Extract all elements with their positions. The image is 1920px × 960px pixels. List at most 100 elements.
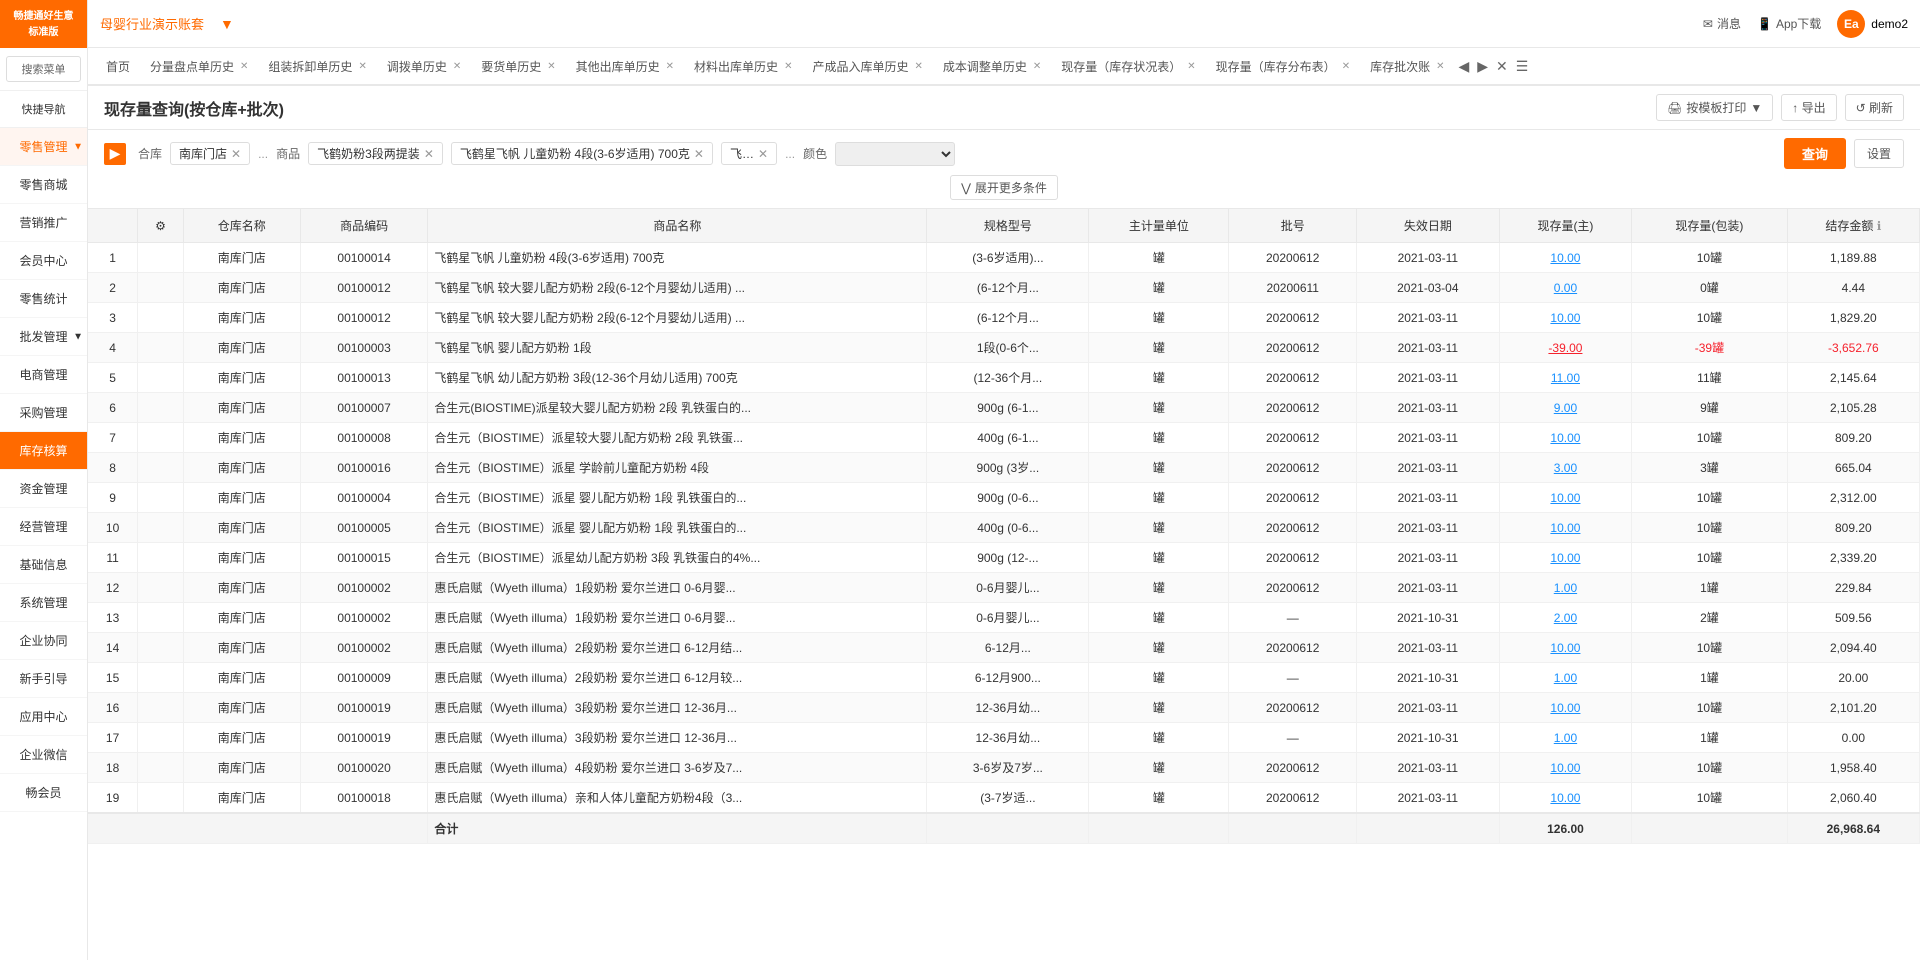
cell-qty-main[interactable]: 10.00 (1499, 483, 1631, 513)
user-area[interactable]: Ea demo2 (1837, 10, 1908, 38)
tab-material-out[interactable]: 材料出库单历史 ✕ (684, 48, 802, 86)
tab-stock-dist[interactable]: 现存量（库存分布表） ✕ (1206, 48, 1360, 86)
cell-expire: 2021-03-11 (1356, 753, 1499, 783)
export-button[interactable]: ↑ 导出 (1781, 94, 1836, 121)
sidebar-item-system[interactable]: 系统管理 (0, 584, 87, 622)
cell-qty-main[interactable]: 1.00 (1499, 723, 1631, 753)
sidebar: 畅捷通好生意 标准版 搜索菜单 快捷导航 零售管理 ▼ 零售商城 营销推广 会员… (0, 0, 88, 960)
search-menu-section: 搜索菜单 (0, 48, 87, 91)
sidebar-item-marketing[interactable]: 营销推广 (0, 204, 87, 242)
color-select[interactable] (835, 142, 955, 166)
tab-other-out[interactable]: 其他出库单历史 ✕ (566, 48, 684, 86)
cell-qty-main[interactable]: 1.00 (1499, 663, 1631, 693)
sidebar-item-purchase[interactable]: 采购管理 (0, 394, 87, 432)
product-tag-3-close[interactable]: ✕ (758, 147, 768, 161)
sidebar-item-wechat[interactable]: 企业微信 (0, 736, 87, 774)
cell-num: 6 (88, 393, 138, 423)
cell-qty-main[interactable]: 10.00 (1499, 513, 1631, 543)
cell-qty-main[interactable]: 9.00 (1499, 393, 1631, 423)
message-button[interactable]: ✉ 消息 (1703, 15, 1741, 32)
tab-close-icon[interactable]: ✕ (1342, 61, 1350, 72)
logo-text-line2: 标准版 (29, 23, 59, 38)
tab-close-icon[interactable]: ✕ (1436, 61, 1444, 72)
sidebar-item-operation[interactable]: 经营管理 (0, 508, 87, 546)
product-tag-1-close[interactable]: ✕ (424, 147, 434, 161)
cell-num: 10 (88, 513, 138, 543)
sidebar-item-retail-shop[interactable]: 零售商城 (0, 166, 87, 204)
tab-close-icon[interactable]: ✕ (547, 61, 555, 72)
sidebar-item-vip[interactable]: 畅会员 (0, 774, 87, 812)
expand-more-button[interactable]: ⋁ 展开更多条件 (950, 175, 1058, 200)
tab-split-stock[interactable]: 分量盘点单历史 ✕ (140, 48, 258, 86)
quick-nav-button[interactable]: 快捷导航 (6, 97, 81, 121)
cell-qty-main[interactable]: 10.00 (1499, 243, 1631, 273)
tab-close-icon[interactable]: ✕ (358, 61, 366, 72)
sidebar-item-retail[interactable]: 零售管理 ▼ (0, 128, 87, 166)
sidebar-item-finance[interactable]: 资金管理 (0, 470, 87, 508)
query-button[interactable]: 查询 (1784, 138, 1846, 169)
tab-close-icon[interactable]: ✕ (453, 61, 461, 72)
tab-requisition[interactable]: 要货单历史 ✕ (471, 48, 565, 86)
warehouse-tag-close[interactable]: ✕ (231, 147, 241, 161)
cell-unit: 罐 (1089, 513, 1229, 543)
sidebar-item-ecommerce[interactable]: 电商管理 (0, 356, 87, 394)
cell-qty-main[interactable]: 10.00 (1499, 543, 1631, 573)
tab-close-icon[interactable]: ✕ (1033, 61, 1041, 72)
dropdown-icon[interactable]: ▼ (220, 16, 234, 32)
sidebar-item-inventory[interactable]: 库存核算 (0, 432, 87, 470)
print-dropdown-icon[interactable]: ▼ (1750, 101, 1762, 115)
tab-product-in[interactable]: 产成品入库单历史 ✕ (802, 48, 932, 86)
product-tag-2-close[interactable]: ✕ (694, 147, 704, 161)
sidebar-item-label: 资金管理 (19, 482, 67, 496)
sidebar-item-newbie[interactable]: 新手引导 (0, 660, 87, 698)
sidebar-item-appstore[interactable]: 应用中心 (0, 698, 87, 736)
cell-qty-main[interactable]: 10.00 (1499, 303, 1631, 333)
print-button[interactable]: 🖨 按模板打印 ▼ (1656, 94, 1773, 121)
cell-qty-main[interactable]: 10.00 (1499, 753, 1631, 783)
settings-button[interactable]: 设置 (1854, 139, 1904, 168)
cell-qty-main[interactable]: 10.00 (1499, 633, 1631, 663)
print-label: 按模板打印 (1686, 99, 1746, 116)
filter-expand-button[interactable]: ▶ (104, 143, 126, 165)
tab-close-all-button[interactable]: ✕ (1492, 58, 1512, 75)
warehouse-more-dots[interactable]: ... (258, 147, 268, 161)
sidebar-item-retail-stat[interactable]: 零售统计 (0, 280, 87, 318)
th-setting[interactable]: ⚙ (138, 209, 184, 243)
tab-close-icon[interactable]: ✕ (666, 61, 674, 72)
cell-qty-main[interactable]: 3.00 (1499, 453, 1631, 483)
tab-stock-status[interactable]: 现存量（库存状况表） ✕ (1051, 48, 1205, 86)
cell-qty-main[interactable]: 0.00 (1499, 273, 1631, 303)
table-footer-row: 合计 126.00 26,968.64 (88, 813, 1920, 844)
cell-qty-main[interactable]: 10.00 (1499, 693, 1631, 723)
tab-home-label: 首页 (106, 58, 130, 75)
tab-next-button[interactable]: ▶ (1473, 58, 1492, 75)
tab-batch-account[interactable]: 库存批次账 ✕ (1360, 48, 1454, 86)
tab-cost-adjust[interactable]: 成本调整单历史 ✕ (933, 48, 1051, 86)
search-menu-button[interactable]: 搜索菜单 (6, 56, 81, 82)
tab-disassemble[interactable]: 组装拆卸单历史 ✕ (258, 48, 376, 86)
refresh-button[interactable]: ↺ 刷新 (1845, 94, 1904, 121)
tab-prev-button[interactable]: ◀ (1454, 58, 1473, 75)
tab-home[interactable]: 首页 (96, 48, 140, 86)
cell-batch: 20200612 (1229, 693, 1356, 723)
tab-close-icon[interactable]: ✕ (784, 61, 792, 72)
sidebar-item-member[interactable]: 会员中心 (0, 242, 87, 280)
sidebar-item-basic[interactable]: 基础信息 (0, 546, 87, 584)
cell-qty-main[interactable]: 1.00 (1499, 573, 1631, 603)
tab-picking[interactable]: 调拨单历史 ✕ (377, 48, 471, 86)
sidebar-item-label: 基础信息 (19, 558, 67, 572)
cell-qty-main[interactable]: -39.00 (1499, 333, 1631, 363)
cell-qty-main[interactable]: 10.00 (1499, 423, 1631, 453)
tab-close-icon[interactable]: ✕ (914, 61, 922, 72)
cell-qty-main[interactable]: 10.00 (1499, 783, 1631, 814)
tab-close-icon[interactable]: ✕ (1187, 61, 1195, 72)
product-more-dots[interactable]: ... (785, 147, 795, 161)
tab-close-icon[interactable]: ✕ (240, 61, 248, 72)
app-download-button[interactable]: 📱 App下载 (1757, 15, 1821, 32)
cell-batch: 20200611 (1229, 273, 1356, 303)
tab-menu-button[interactable]: ☰ (1512, 58, 1533, 75)
cell-qty-main[interactable]: 2.00 (1499, 603, 1631, 633)
sidebar-item-corp[interactable]: 企业协同 (0, 622, 87, 660)
sidebar-item-wholesale[interactable]: 批发管理 ▼ (0, 318, 87, 356)
cell-qty-main[interactable]: 11.00 (1499, 363, 1631, 393)
